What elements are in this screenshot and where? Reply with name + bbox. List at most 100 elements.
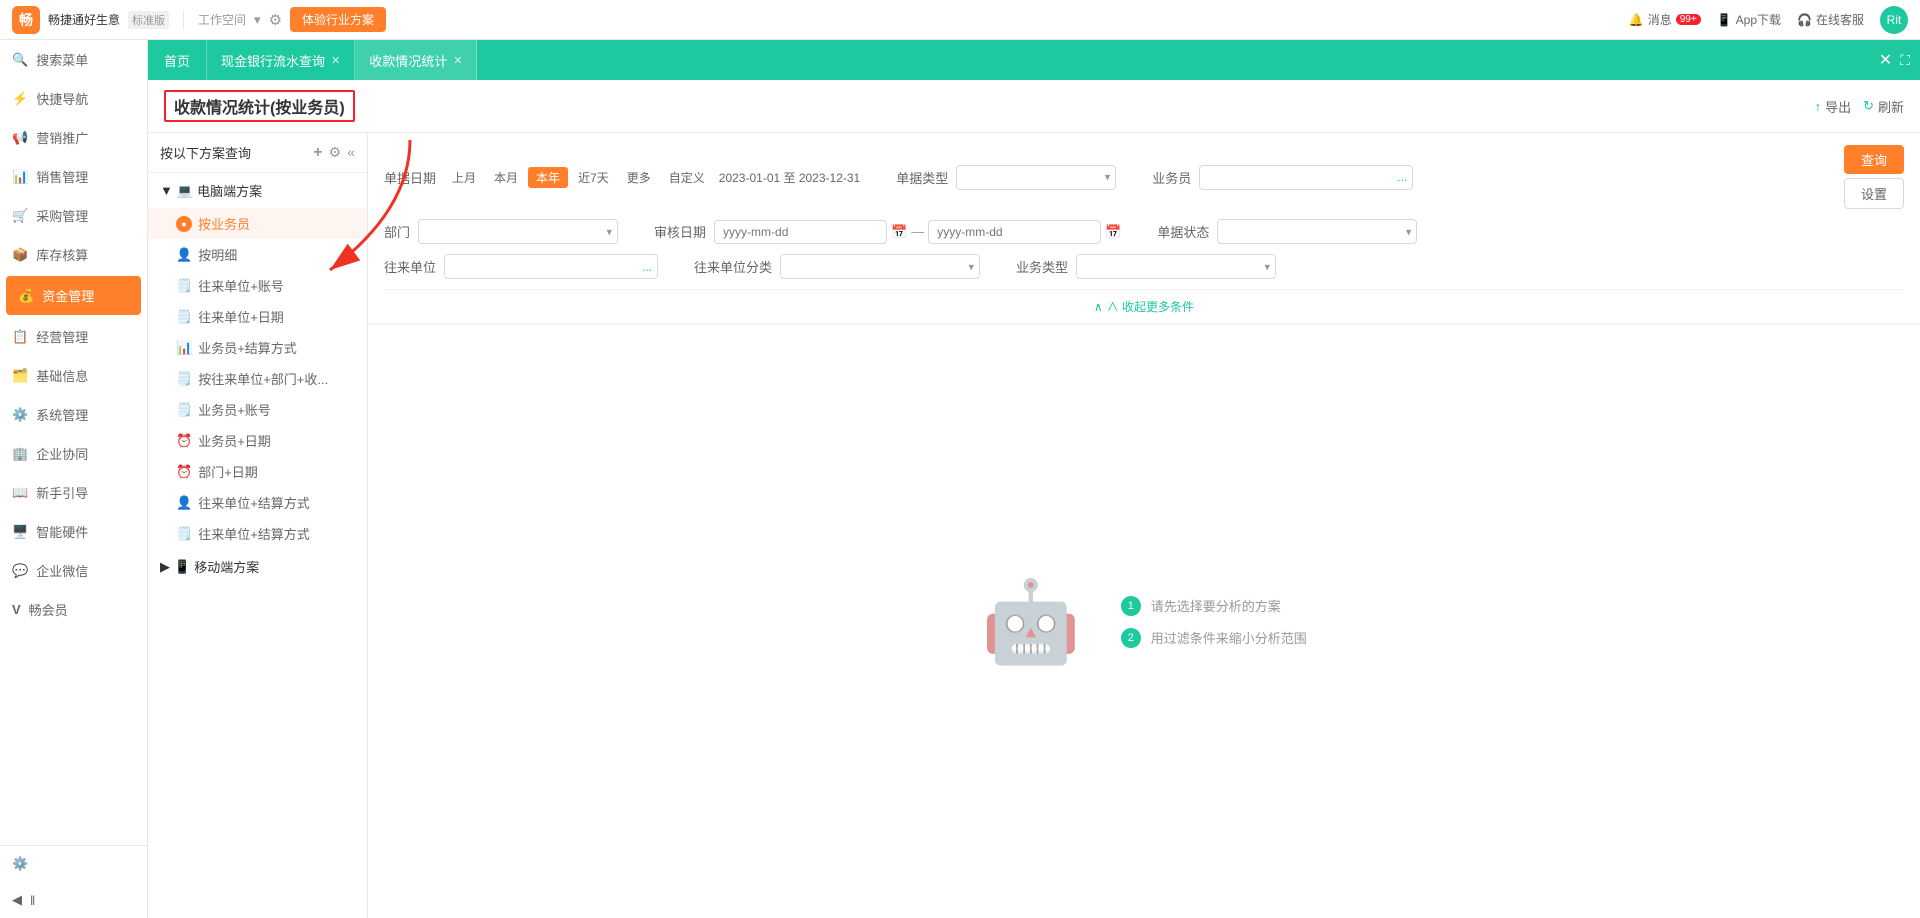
date-tab-last7[interactable]: 近7天 [570, 167, 617, 188]
settings-scheme-btn[interactable]: ⚙ [329, 144, 342, 162]
sidebar-item-basic-info[interactable]: 🗂️ 基础信息 [0, 356, 147, 395]
step1-number: 1 [1121, 596, 1141, 616]
date-separator: — [911, 224, 924, 239]
counterpart-label: 往来单位 [384, 257, 436, 276]
collapse-panel-btn[interactable]: « [347, 144, 355, 162]
tab-bank-flow[interactable]: 现金银行流水查询 ✕ [207, 40, 355, 80]
sidebar-collapse-btn[interactable]: ◀ ‖ [0, 882, 147, 918]
sidebar: 🔍 搜索菜单 ⚡ 快捷导航 📢 营销推广 📊 销售管理 🛒 采购管理 📦 库存核… [0, 40, 148, 918]
sidebar-item-marketing[interactable]: 📢 营销推广 [0, 118, 147, 157]
counterpart-more-btn[interactable]: ... [642, 260, 652, 274]
left-panel-header: 按以下方案查询 + ⚙ « [148, 133, 367, 173]
biz-type-label: 业务类型 [1016, 257, 1068, 276]
scheme-item-counterpart-settlement1[interactable]: 👤 往来单位+结算方式 [148, 487, 367, 518]
mobile-scheme-header[interactable]: ▶ 📱 移动端方案 [148, 549, 367, 584]
doc-icon-5: 🗒️ [176, 526, 192, 542]
date-tab-this-year[interactable]: 本年 [528, 167, 568, 188]
doc-icon-3: 🗒️ [176, 371, 192, 387]
date-tab-more[interactable]: 更多 [619, 167, 659, 188]
scheme-item-counterpart-dept[interactable]: 🗒️ 按往来单位+部门+收... [148, 363, 367, 394]
sidebar-item-operations[interactable]: 📋 经营管理 [0, 317, 147, 356]
sidebar-item-sales[interactable]: 📊 销售管理 [0, 157, 147, 196]
empty-robot-icon: 🤖 [981, 575, 1081, 669]
calendar-icon-2: 📅 [1105, 224, 1121, 240]
dropdown-icon[interactable]: ▾ [254, 12, 261, 28]
box-icon: 📦 [12, 247, 28, 263]
collapse-conditions-btn[interactable]: ∧ ∧ 收起更多条件 [384, 289, 1904, 323]
sidebar-item-enterprise[interactable]: 🏢 企业协同 [0, 434, 147, 473]
trial-button[interactable]: 体验行业方案 [290, 7, 386, 32]
desktop-scheme-group: ▼ 💻 电脑端方案 ● 按业务员 👤 按明细 [148, 173, 367, 549]
scheme-item-counterpart-date[interactable]: 🗒️ 往来单位+日期 [148, 301, 367, 332]
type-select[interactable] [956, 165, 1116, 190]
date-tab-last-month[interactable]: 上月 [444, 167, 484, 188]
scheme-item-by-detail[interactable]: 👤 按明细 [148, 239, 367, 270]
settings-btn[interactable]: 设置 [1844, 178, 1904, 209]
date-label: 单据日期 [384, 168, 436, 187]
sidebar-item-wechat[interactable]: 💬 企业微信 [0, 551, 147, 590]
tab-home[interactable]: 首页 [148, 40, 207, 80]
review-date-end[interactable] [928, 220, 1101, 244]
scheme-item-by-staff[interactable]: ● 按业务员 [148, 208, 367, 239]
sidebar-item-newbie[interactable]: 📖 新手引导 [0, 473, 147, 512]
staff-more-btn[interactable]: ... [1397, 170, 1407, 184]
expand-icon: ▼ [160, 183, 173, 198]
date-tab-custom[interactable]: 自定义 [661, 167, 713, 188]
brand-edition: 标准版 [128, 11, 169, 29]
bar-icon: 📊 [176, 340, 192, 356]
review-date-label: 审核日期 [654, 222, 706, 241]
sidebar-item-finance[interactable]: 💰 资金管理 [6, 276, 141, 315]
staff-input[interactable] [1199, 165, 1413, 190]
sidebar-item-purchase[interactable]: 🛒 采购管理 [0, 196, 147, 235]
tab-close-window-btn[interactable]: ✕ [1879, 50, 1892, 70]
dept-label: 部门 [384, 222, 410, 241]
person-icon-2: 👤 [176, 495, 192, 511]
mobile-icon: 📱 [174, 559, 190, 575]
query-btn[interactable]: 查询 [1844, 145, 1904, 174]
top-header: 畅 畅捷通好生意 标准版 工作空间 ▾ ⚙ 体验行业方案 🔔 消息 99+ 📱 … [0, 0, 1920, 40]
calendar-icon-1: 📅 [891, 224, 907, 240]
review-date-start[interactable] [714, 220, 887, 244]
scheme-item-staff-date[interactable]: ⏰ 业务员+日期 [148, 425, 367, 456]
step2-number: 2 [1121, 628, 1141, 648]
export-btn[interactable]: ↑ 导出 [1815, 97, 1852, 116]
left-panel: 按以下方案查询 + ⚙ « ▼ 💻 电脑端方案 [148, 133, 368, 918]
right-arrow-icon: ▶ [160, 559, 170, 575]
lightning-icon: ⚡ [12, 91, 28, 107]
sidebar-item-search[interactable]: 🔍 搜索菜单 [0, 40, 147, 79]
doc-icon-4: 🗒️ [176, 402, 192, 418]
bill-status-select[interactable] [1217, 219, 1417, 244]
refresh-btn[interactable]: ↻ 刷新 [1863, 97, 1904, 116]
counterpart-type-select[interactable] [780, 254, 980, 279]
counterpart-input[interactable] [444, 254, 658, 279]
date-tab-this-month[interactable]: 本月 [486, 167, 526, 188]
scheme-item-staff-account[interactable]: 🗒️ 业务员+账号 [148, 394, 367, 425]
scheme-item-counterpart-settlement2[interactable]: 🗒️ 往来单位+结算方式 [148, 518, 367, 549]
online-service-btn[interactable]: 🎧 在线客服 [1797, 11, 1864, 28]
sidebar-item-inventory[interactable]: 📦 库存核算 [0, 235, 147, 274]
sidebar-item-quick-nav[interactable]: ⚡ 快捷导航 [0, 79, 147, 118]
tab-collection-stats[interactable]: 收款情况统计 ✕ [355, 40, 477, 80]
clock-icon-2: ⏰ [176, 464, 192, 480]
dept-select[interactable] [418, 219, 618, 244]
biz-type-select[interactable] [1076, 254, 1276, 279]
scheme-item-dept-date[interactable]: ⏰ 部门+日期 [148, 456, 367, 487]
tab-close-collection[interactable]: ✕ [453, 54, 462, 67]
messages-btn[interactable]: 🔔 消息 99+ [1629, 11, 1701, 28]
gear-icon[interactable]: ⚙ [269, 11, 282, 29]
sidebar-settings-btn[interactable]: ⚙️ [0, 846, 147, 882]
sidebar-item-system[interactable]: ⚙️ 系统管理 [0, 395, 147, 434]
export-icon: ↑ [1815, 99, 1822, 114]
sidebar-item-smart-hw[interactable]: 🖥️ 智能硬件 [0, 512, 147, 551]
add-scheme-btn[interactable]: + [313, 144, 322, 162]
desktop-scheme-header[interactable]: ▼ 💻 电脑端方案 [148, 173, 367, 208]
tab-close-bank-flow[interactable]: ✕ [331, 54, 340, 67]
app-download-btn[interactable]: 📱 App下载 [1717, 11, 1781, 28]
building-icon: 🏢 [12, 446, 28, 462]
tab-maximize-btn[interactable]: ⛶ [1900, 52, 1910, 69]
brand-logo: 畅 [12, 6, 40, 34]
user-avatar[interactable]: Rit [1880, 6, 1908, 34]
sidebar-item-membership[interactable]: V 畅会员 [0, 590, 147, 629]
scheme-item-staff-settlement[interactable]: 📊 业务员+结算方式 [148, 332, 367, 363]
scheme-item-counterpart-account[interactable]: 🗒️ 往来单位+账号 [148, 270, 367, 301]
